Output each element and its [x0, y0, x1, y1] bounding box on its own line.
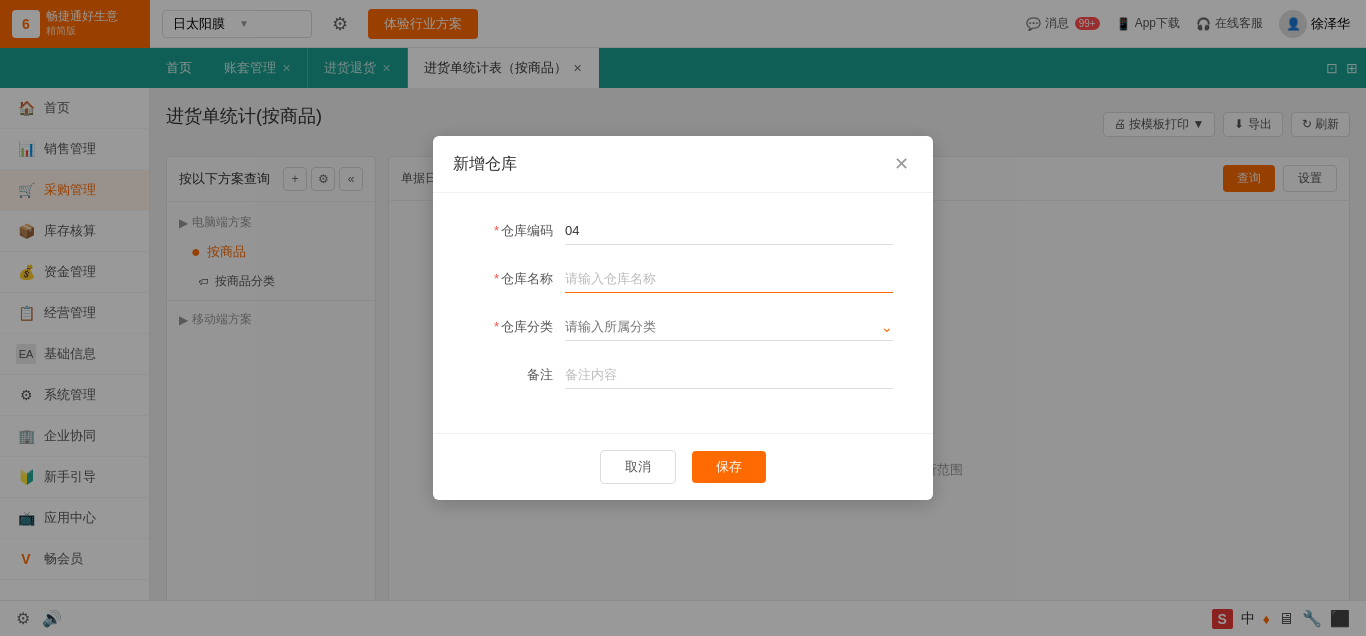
warehouse-category-wrap: ⌄ — [565, 313, 893, 341]
warehouse-name-input[interactable] — [565, 265, 893, 293]
warehouse-category-input[interactable] — [565, 313, 893, 341]
modal-overlay: 新增仓库 ✕ 仓库编码 仓库名称 仓库分类 ⌄ — [0, 0, 1366, 636]
remark-input[interactable] — [565, 361, 893, 389]
warehouse-category-label: 仓库分类 — [473, 318, 553, 336]
dialog-title: 新增仓库 — [453, 154, 517, 175]
warehouse-name-label: 仓库名称 — [473, 270, 553, 288]
warehouse-code-input[interactable] — [565, 217, 893, 245]
warehouse-name-row: 仓库名称 — [473, 265, 893, 293]
dialog-close-button[interactable]: ✕ — [889, 152, 913, 176]
category-dropdown-icon[interactable]: ⌄ — [881, 319, 893, 335]
dialog-body: 仓库编码 仓库名称 仓库分类 ⌄ 备注 — [433, 193, 933, 433]
warehouse-code-label: 仓库编码 — [473, 222, 553, 240]
remark-label: 备注 — [473, 366, 553, 384]
warehouse-code-row: 仓库编码 — [473, 217, 893, 245]
cancel-button[interactable]: 取消 — [600, 450, 676, 484]
dialog-footer: 取消 保存 — [433, 433, 933, 500]
remark-row: 备注 — [473, 361, 893, 389]
dialog-header: 新增仓库 ✕ — [433, 136, 933, 193]
save-button[interactable]: 保存 — [692, 451, 766, 483]
dialog-add-warehouse: 新增仓库 ✕ 仓库编码 仓库名称 仓库分类 ⌄ — [433, 136, 933, 500]
warehouse-category-row: 仓库分类 ⌄ — [473, 313, 893, 341]
